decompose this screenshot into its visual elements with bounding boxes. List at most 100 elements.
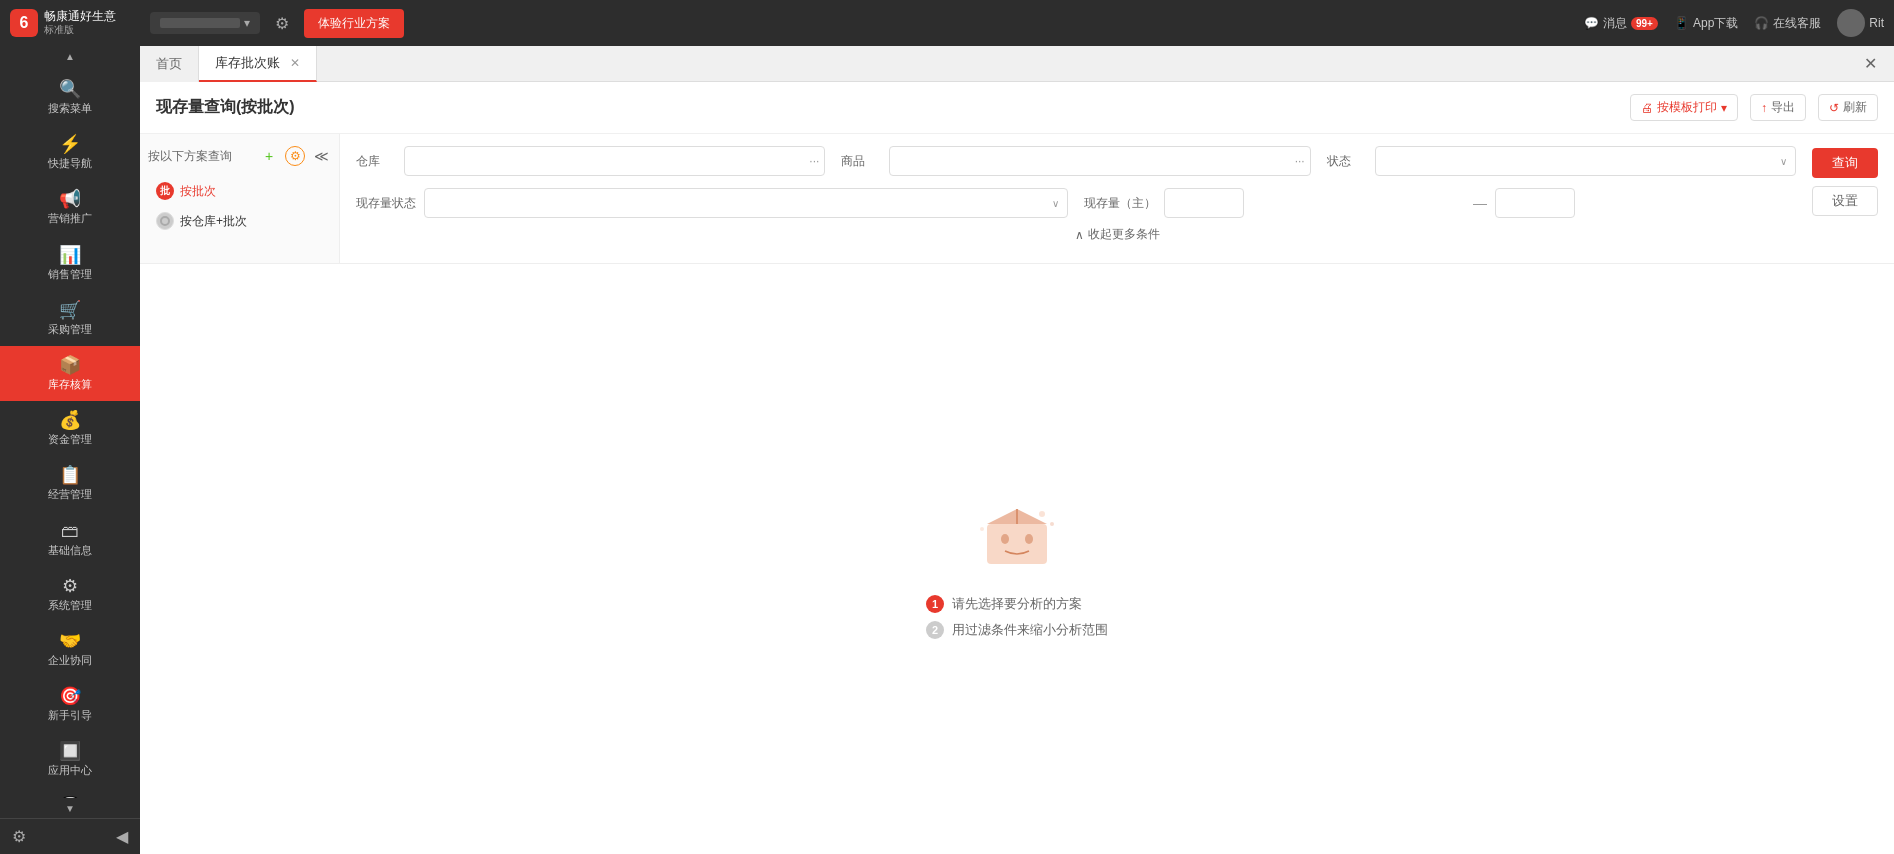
sidebar-item-guide[interactable]: 🎯 新手引导 [0,677,140,732]
user-profile[interactable]: Rit [1837,9,1884,37]
inventory-qty-filter-group: 现存量（主） — [1084,188,1796,218]
topbar: 6 畅康通好生意 标准版 ▾ ⚙ 体验行业方案 💬 消息 99+ 📱 App下载… [0,0,1894,46]
search-icon: 🔍 [59,80,81,98]
sidebar-items: 🔍 搜索菜单 ⚡ 快捷导航 📢 营销推广 📊 销售管理 🛒 采购管理 📦 [0,66,140,798]
warehouse-input[interactable] [404,146,825,176]
app-logo: 6 畅康通好生意 标准版 [10,9,150,37]
print-btn[interactable]: 🖨 按模板打印 ▾ [1630,94,1738,121]
tab-home[interactable]: 首页 [140,46,199,82]
sidebar-label-quick-nav: 快捷导航 [48,157,92,170]
refresh-label: 刷新 [1843,99,1867,116]
product-filter-group: 商品 ··· [841,146,1310,176]
inventory-status-select[interactable]: ∨ [424,188,1068,218]
scheme-by-warehouse-batch[interactable]: 按仓库+批次 [148,206,331,236]
add-scheme-btn[interactable]: + [259,146,279,166]
sidebar-item-quick-nav[interactable]: ⚡ 快捷导航 [0,125,140,180]
scheme-batch-icon: 批 [156,182,174,200]
status-filter-group: 状态 ∨ [1327,146,1796,176]
sidebar-label-inventory: 库存核算 [48,378,92,391]
scheme-by-batch[interactable]: 批 按批次 [148,176,331,206]
status-arrow-icon: ∨ [1780,156,1787,167]
warehouse-more-icon[interactable]: ··· [809,154,819,168]
sidebar-item-basics[interactable]: 🗃 基础信息 [0,512,140,567]
sidebar-scroll-up[interactable]: ▲ [0,46,140,66]
topbar-nav: ▾ ⚙ 体验行业方案 [150,9,1584,38]
inventory-qty-from-wrap [1164,188,1465,218]
sidebar-label-purchase: 采购管理 [48,323,92,336]
scheme-settings-btn[interactable]: ⚙ [285,146,305,166]
product-more-icon[interactable]: ··· [1295,154,1305,168]
sidebar-item-system[interactable]: ⚙ 系统管理 [0,567,140,622]
sidebar-item-operations[interactable]: 📋 经营管理 [0,456,140,511]
warehouse-label: 仓库 [356,153,396,170]
collapse-icon: ≪ [314,148,329,164]
sidebar-collapse-icon[interactable]: ◀ [116,827,128,846]
operations-icon: 📋 [59,466,81,484]
inventory-status-label: 现存量状态 [356,195,416,212]
sidebar-label-basics: 基础信息 [48,544,92,557]
sidebar-scroll-down[interactable]: ▼ [0,798,140,818]
filter-settings-btn[interactable]: 设置 [1812,186,1878,216]
empty-icon [967,479,1067,579]
app-download-btn[interactable]: 📱 App下载 [1674,15,1738,32]
status-select[interactable]: ∨ [1375,146,1796,176]
filter-row-1: 仓库 ··· 商品 [356,146,1796,176]
tab-panel-close-btn[interactable]: ✕ [1856,50,1884,78]
sidebar-item-apps[interactable]: 🔲 应用中心 [0,732,140,787]
tab-bar-right: ✕ [1856,50,1894,78]
filter-collapse-btn[interactable]: ≪ [311,146,331,166]
experience-btn[interactable]: 体验行业方案 [304,9,404,38]
product-input[interactable] [889,146,1310,176]
filter-layout: 按以下方案查询 + ⚙ ≪ 批 按批次 [140,134,1894,264]
refresh-btn[interactable]: ↺ 刷新 [1818,94,1878,121]
messages-label: 消息 [1603,15,1627,32]
content-area: 首页 库存批次账 ✕ ✕ 现存量查询(按批次) 🖨 按模板打印 ▾ [140,46,1894,854]
inventory-qty-label: 现存量（主） [1084,195,1156,212]
headset-icon: 🎧 [1754,16,1769,30]
printer-icon: 🖨 [1641,101,1653,115]
avatar [1837,9,1865,37]
empty-illustration [967,479,1067,579]
tab-close-icon[interactable]: ✕ [290,56,300,70]
inventory-icon: 📦 [59,356,81,374]
sidebar-item-purchase[interactable]: 🛒 采购管理 [0,291,140,346]
quick-nav-icon: ⚡ [59,135,81,153]
breadcrumb[interactable]: ▾ [150,12,260,34]
chevron-down-icon: ▾ [244,16,250,30]
sidebar-item-finance[interactable]: 💰 资金管理 [0,401,140,456]
left-filter-panel: 按以下方案查询 + ⚙ ≪ 批 按批次 [140,134,340,263]
sidebar-label-sales: 销售管理 [48,268,92,281]
sidebar-label-guide: 新手引导 [48,709,92,722]
filter-row-2: 现存量状态 ∨ 现存量（主） [356,188,1796,218]
online-service-btn[interactable]: 🎧 在线客服 [1754,15,1821,32]
finance-icon: 💰 [59,411,81,429]
sidebar-settings-icon[interactable]: ⚙ [12,827,26,846]
collapse-more-btn[interactable]: ∧ 收起更多条件 [356,218,1878,251]
gear-small-icon: ⚙ [290,149,301,163]
sidebar-item-enterprise[interactable]: 🤝 企业协同 [0,622,140,677]
export-icon: ↑ [1761,101,1767,115]
warehouse-filter-group: 仓库 ··· [356,146,825,176]
right-filter-area: 仓库 ··· 商品 [340,134,1894,263]
sidebar-item-wechat[interactable]: 💬 企业微信 [0,787,140,798]
product-label: 商品 [841,153,881,170]
page-content: 现存量查询(按批次) 🖨 按模板打印 ▾ ↑ 导出 ↺ 刷新 [140,82,1894,854]
app-name: 畅康通好生意 [44,9,116,23]
sidebar-item-inventory[interactable]: 📦 库存核算 [0,346,140,401]
sidebar-item-sales[interactable]: 📊 销售管理 [0,236,140,291]
filter-header-actions: + ⚙ ≪ [259,146,331,166]
tab-inventory-batch[interactable]: 库存批次账 ✕ [199,46,317,82]
query-btn[interactable]: 查询 [1812,148,1878,178]
sidebar-label-apps: 应用中心 [48,764,92,777]
messages-btn[interactable]: 💬 消息 99+ [1584,15,1658,32]
enterprise-icon: 🤝 [59,632,81,650]
inventory-qty-to-input[interactable] [1495,188,1575,218]
export-btn[interactable]: ↑ 导出 [1750,94,1806,121]
hint-num-2: 2 [926,621,944,639]
purchase-icon: 🛒 [59,301,81,319]
apps-icon: 🔲 [59,742,81,760]
sidebar-item-marketing[interactable]: 📢 营销推广 [0,180,140,235]
sidebar-item-search[interactable]: 🔍 搜索菜单 [0,70,140,125]
settings-icon[interactable]: ⚙ [268,9,296,37]
inventory-qty-from-input[interactable] [1164,188,1244,218]
